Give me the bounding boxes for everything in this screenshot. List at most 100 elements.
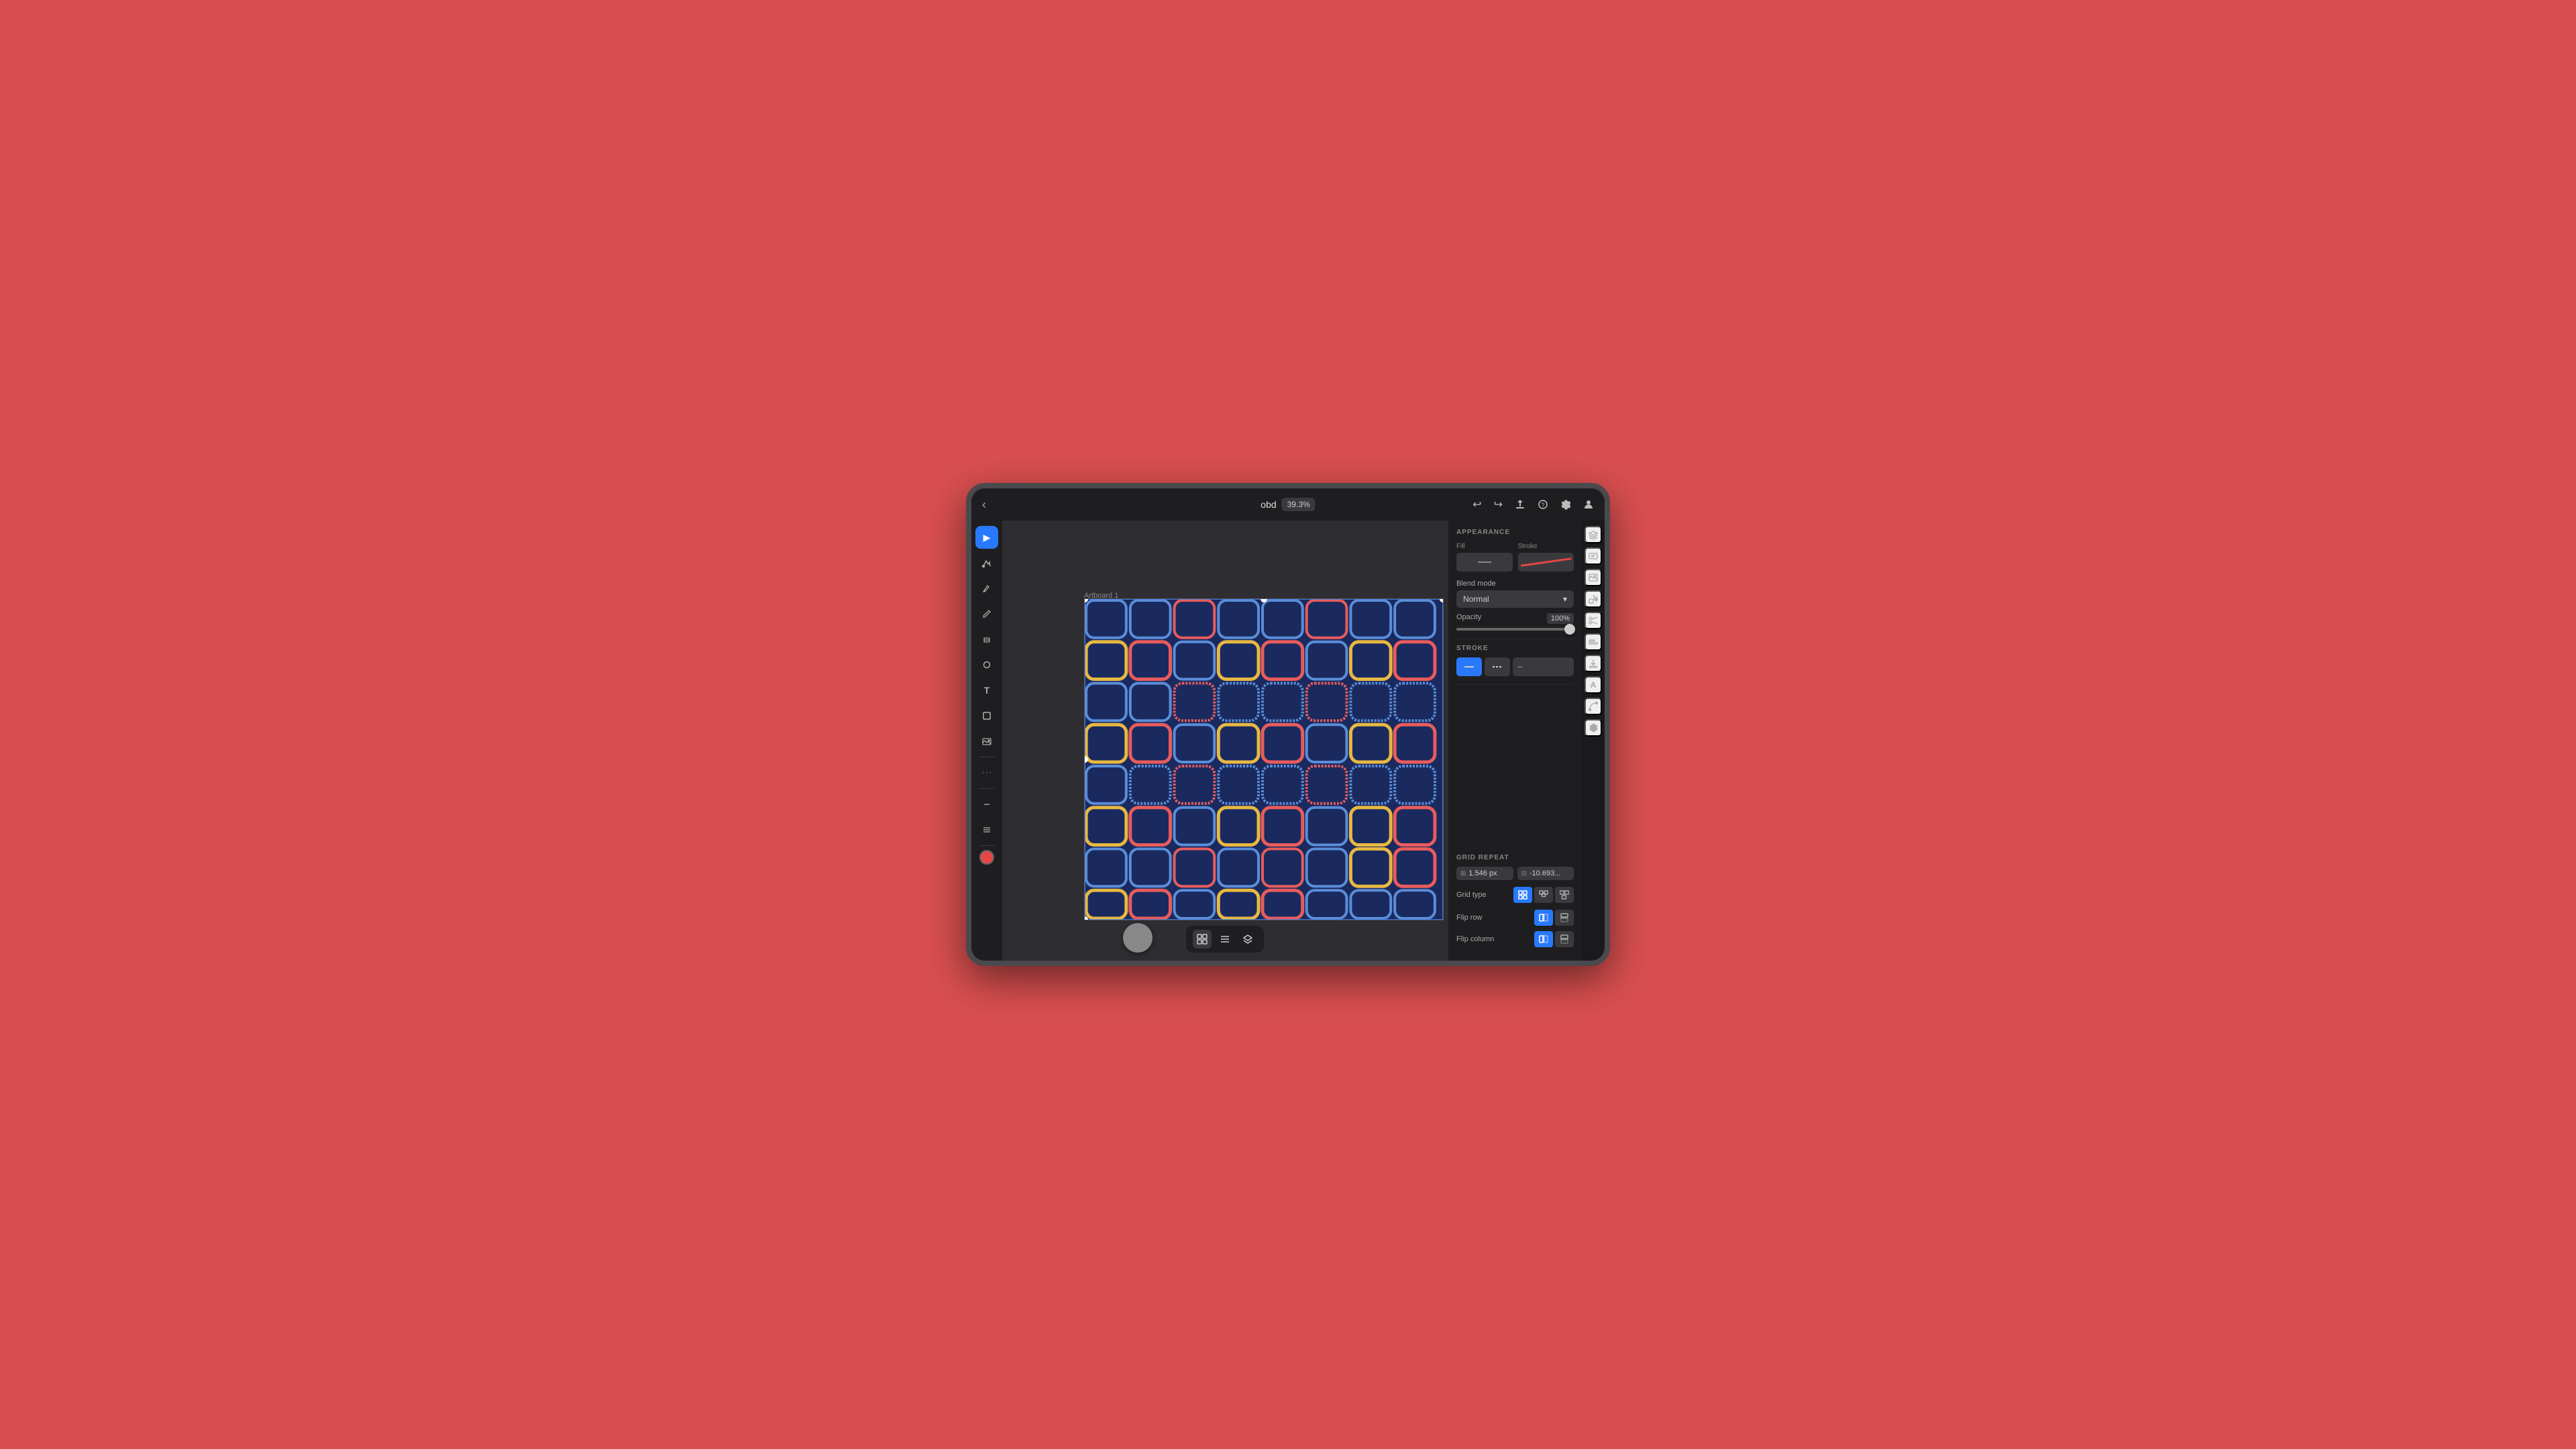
opacity-slider-thumb[interactable]	[1564, 624, 1575, 635]
ellipse-tool[interactable]	[975, 653, 998, 676]
tablet-frame: ‹ obd 39.3% ↩ ↪ ? ▶	[966, 483, 1610, 966]
bottom-grid-btn[interactable]	[1193, 930, 1212, 949]
back-button[interactable]: ‹	[979, 495, 989, 515]
stroke-width-input[interactable]	[1513, 657, 1574, 676]
opacity-row: Opacity 100%	[1456, 613, 1574, 631]
grid-height-icon: ⊟	[1521, 870, 1527, 877]
chevron-down-icon: ▾	[1563, 594, 1567, 604]
flip-row-vertical[interactable]	[1555, 910, 1574, 926]
divider-2	[1456, 684, 1574, 685]
artboard[interactable]	[1084, 598, 1444, 920]
opacity-header: Opacity 100%	[1456, 613, 1574, 624]
flip-row-buttons	[1534, 910, 1574, 926]
bottom-list-btn[interactable]	[1216, 930, 1234, 949]
grid-type-brick[interactable]	[1555, 887, 1574, 903]
stroke-box: Stroke	[1518, 543, 1574, 572]
image-tool[interactable]	[975, 730, 998, 753]
stroke-dashed-btn[interactable]	[1485, 657, 1510, 676]
text-tool[interactable]: T	[975, 679, 998, 702]
transform-icon-btn[interactable]	[1585, 590, 1602, 608]
fill-preview[interactable]	[1456, 553, 1513, 572]
stroke-color-line	[1521, 557, 1571, 566]
toolbar-separator-2	[979, 788, 995, 789]
svg-text:?: ?	[1542, 502, 1545, 508]
text-panel-icon-btn[interactable]: A	[1585, 676, 1602, 694]
blend-mode-row: Blend mode Normal ▾	[1456, 580, 1574, 608]
grid-type-buttons	[1513, 887, 1574, 903]
grid-type-square[interactable]	[1513, 887, 1532, 903]
main-area: ▶ T	[971, 521, 1605, 961]
right-panel-wrapper: APPEARANCE Fill Stroke	[1448, 521, 1605, 961]
share-button[interactable]	[1512, 498, 1528, 511]
align-tool[interactable]	[975, 818, 998, 841]
properties-icon-btn[interactable]	[1585, 547, 1602, 565]
pattern-canvas	[1085, 599, 1443, 920]
bottom-layers-btn[interactable]	[1238, 930, 1257, 949]
select-tool[interactable]: ▶	[975, 526, 998, 549]
appearance-title: APPEARANCE	[1456, 529, 1574, 536]
panel-right-icons: A	[1582, 521, 1605, 961]
scissors-icon-btn[interactable]	[1585, 612, 1602, 629]
align-panel-icon-btn[interactable]	[1585, 633, 1602, 651]
fill-dash	[1478, 561, 1491, 563]
grid-type-hex[interactable]	[1534, 887, 1553, 903]
grid-title: GRID REPEAT	[1456, 854, 1574, 861]
fill-label: Fill	[1456, 543, 1513, 550]
crop-tool[interactable]	[975, 704, 998, 727]
settings-button[interactable]	[1558, 498, 1574, 511]
image-panel-icon-btn[interactable]	[1585, 569, 1602, 586]
flip-row-row: Flip row	[1456, 910, 1574, 926]
pen-tool[interactable]	[975, 577, 998, 600]
gear-panel-icon-btn[interactable]	[1585, 719, 1602, 737]
grid-width-input[interactable]: ⊞ 1.546 px	[1456, 867, 1513, 880]
grid-inputs-row: ⊞ 1.546 px ⊟ -10.693...	[1456, 867, 1574, 880]
stroke-label: Stroke	[1518, 543, 1574, 550]
layers-icon-btn[interactable]	[1585, 526, 1602, 543]
flip-column-row: Flip column	[1456, 931, 1574, 947]
flip-row-horizontal[interactable]	[1534, 910, 1553, 926]
node-tool[interactable]	[975, 551, 998, 574]
redo-button[interactable]: ↪	[1491, 496, 1505, 513]
top-bar-left: ‹	[979, 495, 989, 515]
top-bar-center: obd 39.3%	[1260, 498, 1315, 511]
help-button[interactable]: ?	[1535, 498, 1551, 511]
grid-width-value: 1.546 px	[1468, 869, 1497, 877]
opacity-value[interactable]: 100%	[1547, 613, 1574, 624]
user-button[interactable]	[1580, 498, 1597, 511]
grid-type-row: Grid type	[1456, 887, 1574, 903]
flip-column-buttons	[1534, 931, 1574, 947]
grid-width-icon: ⊞	[1460, 870, 1466, 877]
flip-column-vertical[interactable]	[1555, 931, 1574, 947]
color-picker[interactable]	[979, 850, 994, 865]
zoom-level[interactable]: 39.3%	[1282, 498, 1316, 511]
path-panel-icon-btn[interactable]	[1585, 698, 1602, 715]
pencil-tool[interactable]	[975, 602, 998, 625]
opacity-slider-track[interactable]	[1456, 628, 1574, 631]
eraser-tool[interactable]	[975, 628, 998, 651]
canvas-area[interactable]: Artboard 1	[1002, 521, 1448, 961]
blend-mode-select[interactable]: Normal ▾	[1456, 590, 1574, 608]
stroke-solid-btn[interactable]	[1456, 657, 1482, 676]
flip-row-label: Flip row	[1456, 914, 1483, 922]
stroke-preview[interactable]	[1518, 553, 1574, 572]
export-panel-icon-btn[interactable]	[1585, 655, 1602, 672]
grid-height-value: -10.693...	[1529, 869, 1560, 877]
left-toolbar: ▶ T	[971, 521, 1002, 961]
flip-column-horizontal[interactable]	[1534, 931, 1553, 947]
opacity-slider-fill	[1456, 628, 1574, 631]
opacity-label: Opacity	[1456, 613, 1481, 621]
undo-button[interactable]: ↩	[1470, 496, 1484, 513]
grid-type-label: Grid type	[1456, 891, 1487, 899]
expand-btn[interactable]: ···	[975, 761, 998, 784]
toolbar-separator-3	[979, 845, 995, 846]
fill-stroke-row: Fill Stroke	[1456, 543, 1574, 572]
bottom-toolbar	[1186, 926, 1264, 953]
grid-height-input[interactable]: ⊟ -10.693...	[1517, 867, 1574, 880]
appearance-section: APPEARANCE Fill Stroke	[1448, 521, 1582, 854]
minus-tool[interactable]: −	[975, 793, 998, 816]
float-action-button[interactable]	[1123, 923, 1152, 953]
blend-mode-value: Normal	[1463, 594, 1489, 604]
artboard-label: Artboard 1	[1084, 592, 1118, 600]
stroke-controls	[1456, 657, 1574, 676]
top-bar: ‹ obd 39.3% ↩ ↪ ?	[971, 488, 1605, 521]
